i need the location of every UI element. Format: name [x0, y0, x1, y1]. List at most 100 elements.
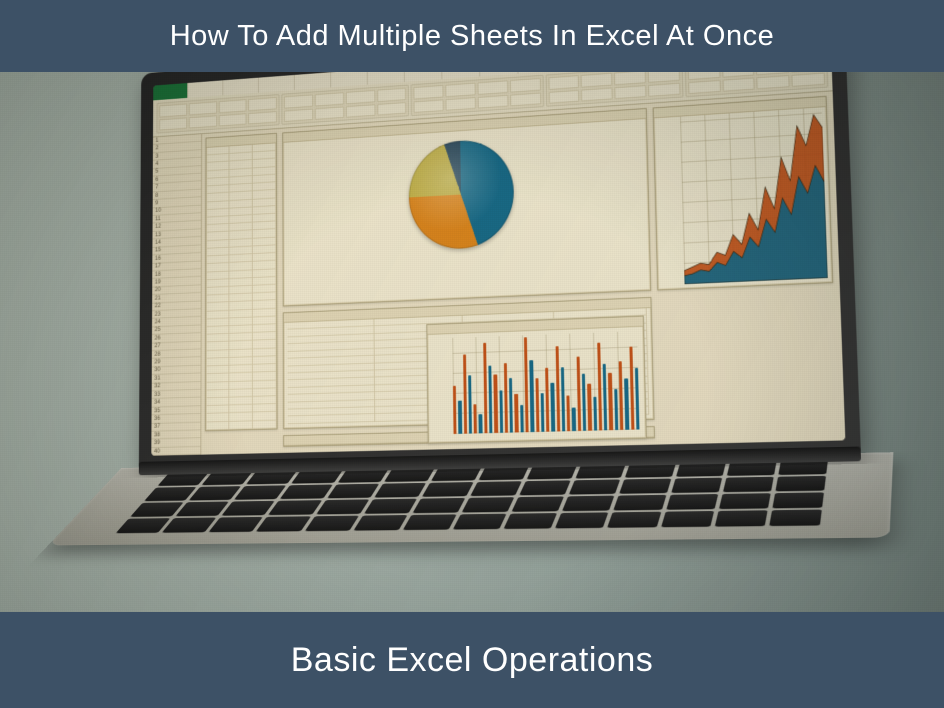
bar [474, 404, 478, 433]
ribbon-tool [377, 88, 407, 102]
ribbon-tool [218, 113, 246, 127]
ribbon-tool [315, 106, 344, 120]
pie-chart [408, 137, 514, 251]
keyboard-key [374, 483, 426, 498]
area-series [680, 114, 828, 284]
ribbon-tool [688, 79, 721, 94]
bar [524, 337, 529, 432]
bar [540, 393, 544, 432]
ribbon-tool [189, 101, 217, 115]
keyboard-key [769, 510, 822, 526]
keyboard-key [519, 480, 570, 495]
ribbon-tool [249, 111, 278, 125]
side-cell [555, 377, 648, 387]
keyboard-key [234, 485, 286, 499]
bar [603, 364, 608, 431]
ribbon-tool [377, 102, 407, 116]
side-cell [288, 415, 374, 425]
ribbon-tool [581, 73, 613, 88]
keyboard-key [775, 476, 826, 491]
bar [593, 397, 597, 430]
keyboard-key [661, 511, 714, 527]
side-cell [464, 402, 555, 412]
side-cell [554, 331, 646, 342]
area-series [682, 165, 828, 284]
ribbon-tool [159, 117, 187, 131]
data-cell [206, 422, 229, 431]
illustration-scene: 1234567891011121314151617181920212223242… [0, 72, 944, 612]
header-bar: How To Add Multiple Sheets In Excel At O… [0, 0, 944, 72]
bar [555, 346, 560, 432]
bar [488, 365, 492, 433]
excel-tab [188, 80, 223, 98]
bar [463, 355, 467, 434]
side-cell [464, 387, 554, 397]
mini-data-table [206, 143, 277, 430]
data-column [229, 145, 253, 430]
bar [572, 408, 576, 432]
bar [509, 378, 513, 432]
ribbon-tool [446, 97, 476, 111]
laptop-keyboard [116, 460, 828, 533]
bar [499, 390, 503, 433]
keyboard-key [431, 467, 482, 481]
laptop-screen-lid: 1234567891011121314151617181920212223242… [139, 19, 861, 469]
keyboard-key [723, 477, 774, 492]
panel-header [654, 97, 826, 119]
keyboard-key [316, 499, 369, 514]
data-table-panel [205, 133, 278, 431]
keyboard-key [608, 512, 661, 528]
ribbon-tool [249, 97, 278, 111]
bar-chart-bars [452, 331, 639, 434]
ribbon-tool [315, 92, 344, 106]
pie-chart-panel [282, 108, 651, 307]
excel-work-area: 1234567891011121314151617181920212223242… [151, 91, 845, 455]
side-cell [554, 316, 646, 327]
keyboard-key [625, 463, 675, 478]
ribbon-tool [284, 94, 313, 108]
keyboard-key [280, 484, 332, 498]
ribbon-tool [445, 83, 475, 97]
keyboard-key [353, 515, 407, 530]
bar [635, 368, 640, 429]
keyboard-key [576, 464, 626, 479]
ribbon-tool [477, 80, 508, 94]
keyboard-key [715, 510, 768, 526]
side-cell [555, 407, 648, 417]
side-cell [555, 399, 648, 409]
ribbon-group [411, 75, 544, 116]
side-cell [463, 379, 553, 389]
side-cell [554, 354, 647, 365]
bar [561, 367, 566, 432]
ribbon-tool [722, 77, 755, 92]
keyboard-key [620, 479, 671, 494]
ribbon-tool [189, 115, 217, 129]
row-number: 40 [151, 447, 200, 456]
side-cell [554, 339, 647, 350]
ribbon-tool [414, 85, 444, 99]
keyboard-key [453, 514, 507, 530]
keyboard-key [413, 498, 466, 513]
bar [576, 357, 581, 431]
ribbon-tool [510, 92, 541, 106]
bar [468, 376, 472, 434]
side-cell [554, 361, 647, 372]
data-column [253, 143, 277, 429]
side-cell [463, 372, 553, 382]
bar [515, 394, 519, 433]
keyboard-key [384, 468, 435, 482]
dashboard-panels [201, 91, 845, 454]
keyboard-key [719, 493, 771, 509]
bar [597, 342, 602, 430]
bar [582, 374, 586, 431]
chart-grid [680, 107, 828, 284]
side-table-panel [283, 297, 655, 429]
excel-file-tab [153, 83, 188, 100]
keyboard-key [778, 460, 828, 475]
keyboard-key [189, 486, 241, 500]
keyboard-key [479, 466, 530, 480]
keyboard-key [422, 482, 474, 497]
side-cell [463, 342, 553, 353]
keyboard-key [364, 499, 417, 514]
excel-tab [223, 78, 259, 96]
